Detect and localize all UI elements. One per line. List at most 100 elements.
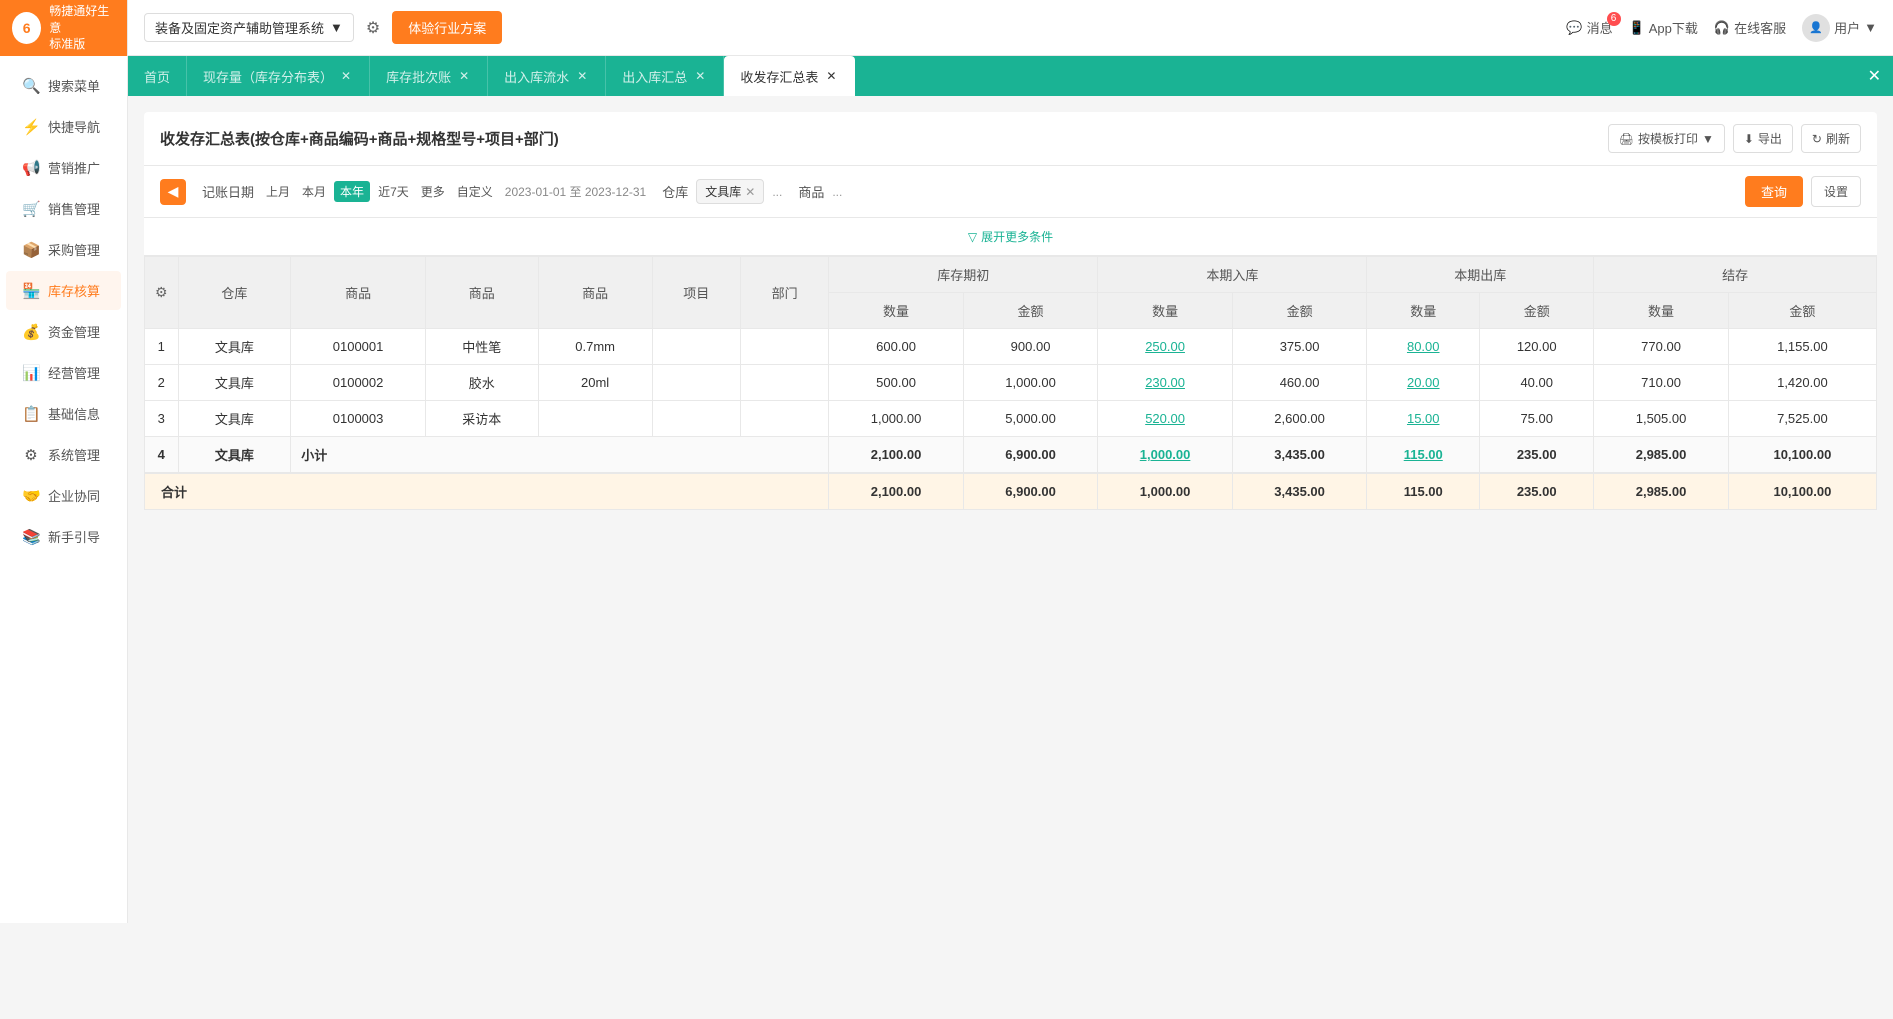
marketing-icon: 📢 xyxy=(22,159,40,177)
filter-warehouse-group: 仓库 文具库 ✕ ... xyxy=(662,179,782,204)
cell-in-qty[interactable]: 250.00 xyxy=(1098,329,1233,365)
date-7days[interactable]: 近7天 xyxy=(374,181,413,202)
tab-receive-summary[interactable]: 收发存汇总表 ✕ xyxy=(724,56,855,96)
purchase-icon: 📦 xyxy=(22,241,40,259)
expand-icon: ▽ xyxy=(968,230,977,244)
tab-close-batch[interactable]: ✕ xyxy=(457,67,471,85)
inventory-icon: 🏪 xyxy=(22,282,40,300)
warehouse-more[interactable]: ... xyxy=(772,185,782,199)
message-badge: 6 xyxy=(1607,12,1621,26)
subtotal-out-amt: 235.00 xyxy=(1480,437,1594,474)
sidebar-item-guide[interactable]: 📚 新手引导 xyxy=(6,517,121,556)
dropdown-icon: ▼ xyxy=(330,20,343,35)
date-custom[interactable]: 自定义 xyxy=(453,181,497,202)
table-row: 3 文具库 0100003 采访本 1,000.00 5,000.00 520.… xyxy=(145,401,1877,437)
cell-in-qty[interactable]: 230.00 xyxy=(1098,365,1233,401)
user-label: 用户 xyxy=(1834,18,1860,37)
tab-close-in-out-summary[interactable]: ✕ xyxy=(693,67,707,85)
cell-goods-code: 0100003 xyxy=(291,401,426,437)
date-label: 记账日期 xyxy=(202,182,254,201)
th-balance-qty: 数量 xyxy=(1594,293,1729,329)
logo-text: 畅捷通好生意 标准版 xyxy=(49,3,115,53)
settings-icon[interactable]: ⚙ xyxy=(366,18,380,38)
cell-out-amt: 40.00 xyxy=(1480,365,1594,401)
cell-balance-qty: 1,505.00 xyxy=(1594,401,1729,437)
cell-out-qty[interactable]: 20.00 xyxy=(1367,365,1480,401)
subtotal-opening-qty: 2,100.00 xyxy=(829,437,964,474)
page-header: 收发存汇总表(按仓库+商品编码+商品+规格型号+项目+部门) 🖨 按模板打印 ▼… xyxy=(144,112,1877,166)
export-button[interactable]: ⬇ 导出 xyxy=(1733,124,1793,153)
expand-conditions-button[interactable]: ▽ 展开更多条件 xyxy=(968,228,1053,245)
filter-toggle[interactable]: ◀ xyxy=(160,179,186,205)
subtotal-out-qty[interactable]: 115.00 xyxy=(1367,437,1480,474)
subtotal-in-qty[interactable]: 1,000.00 xyxy=(1098,437,1233,474)
th-group-out: 本期出库 xyxy=(1367,257,1594,293)
print-button[interactable]: 🖨 按模板打印 ▼ xyxy=(1608,124,1725,153)
sidebar-item-inventory[interactable]: 🏪 库存核算 xyxy=(6,271,121,310)
col-settings-icon[interactable]: ⚙ xyxy=(155,284,168,300)
tab-stock-dist[interactable]: 现存量（库存分布表） ✕ xyxy=(187,56,370,96)
online-service-item[interactable]: 🎧 在线客服 xyxy=(1714,18,1786,37)
sidebar-item-label: 销售管理 xyxy=(48,199,100,218)
tab-in-out-summary[interactable]: 出入库汇总 ✕ xyxy=(606,56,724,96)
warehouse-tag-close[interactable]: ✕ xyxy=(745,185,755,199)
cell-out-qty[interactable]: 80.00 xyxy=(1367,329,1480,365)
tab-home[interactable]: 首页 xyxy=(128,56,187,96)
th-project: 项目 xyxy=(652,257,740,329)
goods-more[interactable]: ... xyxy=(832,185,842,199)
sidebar-logo[interactable]: 6 畅捷通好生意 标准版 xyxy=(0,0,127,56)
tab-in-out-flow[interactable]: 出入库流水 ✕ xyxy=(488,56,606,96)
filter-toggle-icon: ◀ xyxy=(168,183,179,200)
cell-in-qty[interactable]: 520.00 xyxy=(1098,401,1233,437)
tab-batch[interactable]: 库存批次账 ✕ xyxy=(370,56,488,96)
query-button[interactable]: 查询 xyxy=(1745,176,1803,207)
total-in-qty: 1,000.00 xyxy=(1098,473,1233,510)
tab-close-in-out-flow[interactable]: ✕ xyxy=(575,67,589,85)
cell-balance-amt: 1,155.00 xyxy=(1728,329,1876,365)
sidebar-item-system[interactable]: ⚙ 系统管理 xyxy=(6,435,121,474)
sidebar-item-enterprise[interactable]: 🤝 企业协同 xyxy=(6,476,121,515)
col-settings-header[interactable]: ⚙ xyxy=(145,257,179,329)
message-item[interactable]: 💬 消息 6 xyxy=(1566,18,1612,37)
sidebar-item-marketing[interactable]: 📢 营销推广 xyxy=(6,148,121,187)
trial-button[interactable]: 体验行业方案 xyxy=(392,11,502,44)
sidebar-item-label: 企业协同 xyxy=(48,486,100,505)
sidebar-item-operation[interactable]: 📊 经营管理 xyxy=(6,353,121,392)
cell-department xyxy=(740,329,828,365)
tab-close-stock-dist[interactable]: ✕ xyxy=(339,67,353,85)
sidebar-item-quicknav[interactable]: ⚡ 快捷导航 xyxy=(6,107,121,146)
sales-icon: 🛒 xyxy=(22,200,40,218)
app-download-item[interactable]: 📱 App下载 xyxy=(1629,18,1698,37)
cell-out-amt: 120.00 xyxy=(1480,329,1594,365)
warehouse-label: 仓库 xyxy=(662,182,688,201)
date-this-year[interactable]: 本年 xyxy=(334,181,370,202)
tab-bar-close[interactable]: ✕ xyxy=(1856,66,1893,86)
sidebar-item-label: 基础信息 xyxy=(48,404,100,423)
user-item[interactable]: 👤 用户 ▼ xyxy=(1802,14,1877,42)
cell-balance-amt: 1,420.00 xyxy=(1728,365,1876,401)
sidebar-item-sales[interactable]: 🛒 销售管理 xyxy=(6,189,121,228)
th-opening-qty: 数量 xyxy=(829,293,964,329)
tab-close-receive-summary[interactable]: ✕ xyxy=(824,67,838,85)
sidebar-item-purchase[interactable]: 📦 采购管理 xyxy=(6,230,121,269)
sidebar-item-finance[interactable]: 💰 资金管理 xyxy=(6,312,121,351)
filter-date-group: 记账日期 上月 本月 本年 近7天 更多 自定义 2023-01-01 至 20… xyxy=(202,181,646,202)
th-group-balance: 结存 xyxy=(1594,257,1877,293)
setting-button[interactable]: 设置 xyxy=(1811,176,1861,207)
date-this-month[interactable]: 本月 xyxy=(298,181,330,202)
cell-in-amt: 460.00 xyxy=(1232,365,1367,401)
search-icon: 🔍 xyxy=(22,77,40,95)
refresh-button[interactable]: ↻ 刷新 xyxy=(1801,124,1861,153)
cell-out-qty[interactable]: 15.00 xyxy=(1367,401,1480,437)
date-more[interactable]: 更多 xyxy=(417,181,449,202)
warehouse-tag[interactable]: 文具库 ✕ xyxy=(696,179,764,204)
system-select[interactable]: 装备及固定资产辅助管理系统 ▼ xyxy=(144,13,354,42)
cell-goods-spec xyxy=(538,401,652,437)
cell-index: 1 xyxy=(145,329,179,365)
sidebar-item-basicinfo[interactable]: 📋 基础信息 xyxy=(6,394,121,433)
sidebar-item-search[interactable]: 🔍 搜索菜单 xyxy=(6,66,121,105)
total-in-amt: 3,435.00 xyxy=(1232,473,1367,510)
th-opening-amt: 金额 xyxy=(963,293,1098,329)
cell-goods-name: 中性笔 xyxy=(425,329,538,365)
date-last-month[interactable]: 上月 xyxy=(262,181,294,202)
